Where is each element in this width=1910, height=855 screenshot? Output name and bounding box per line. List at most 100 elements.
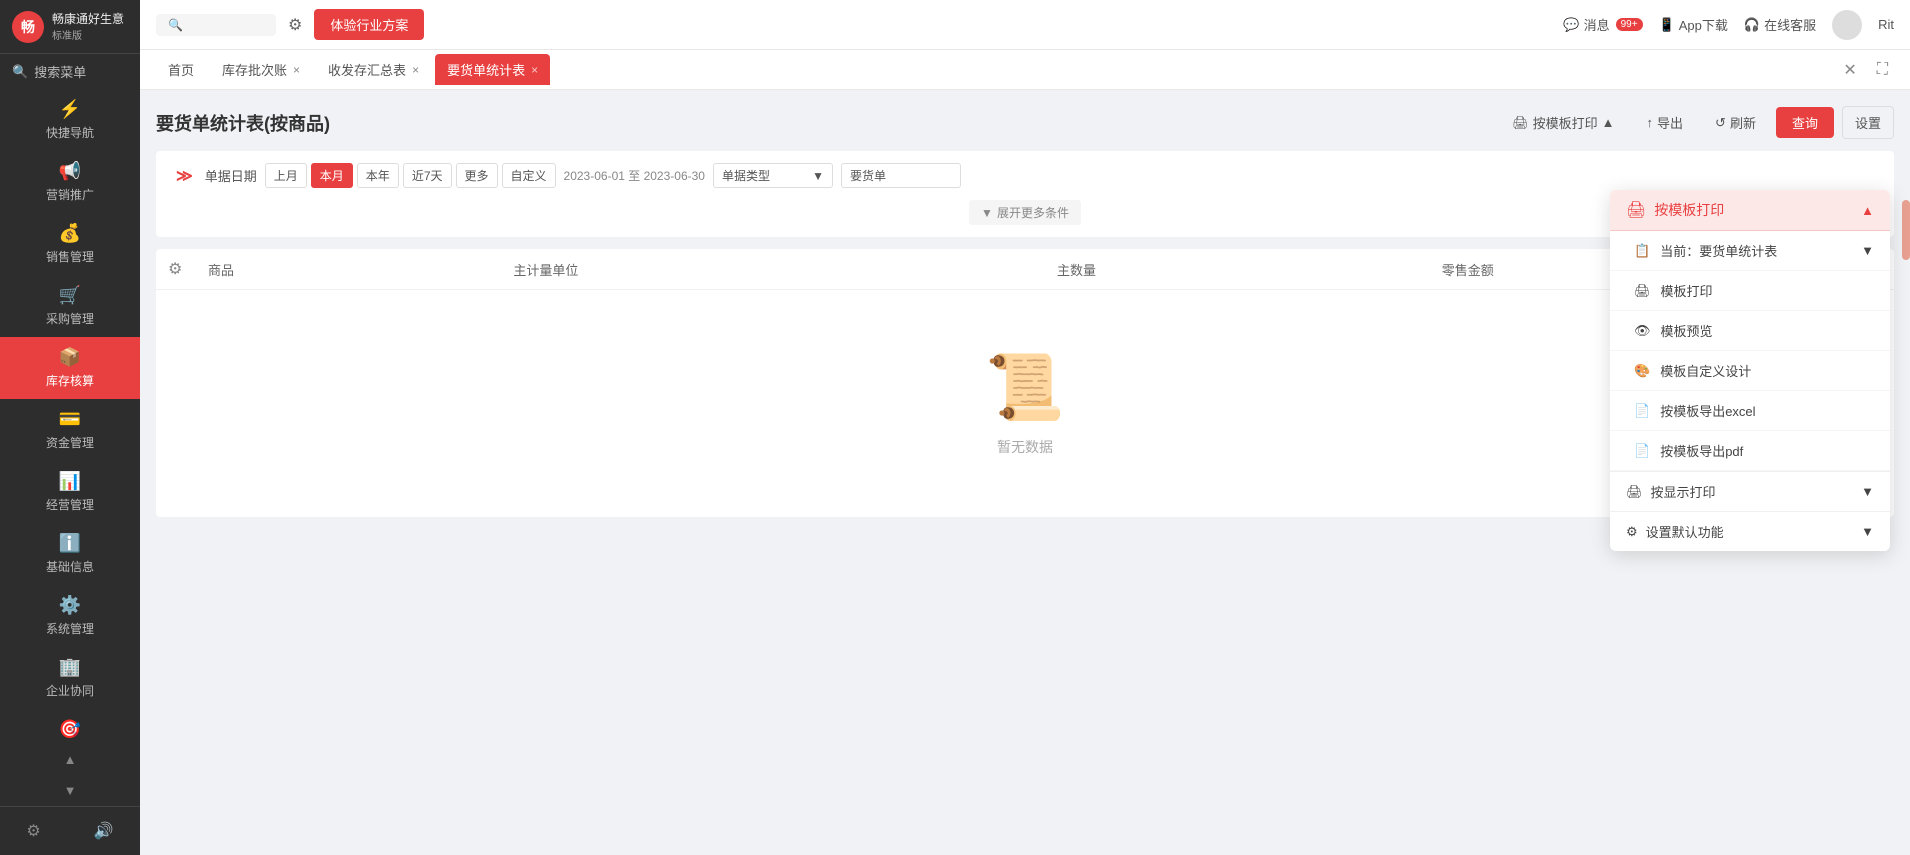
settings-btn[interactable]: 设置 <box>1842 106 1894 139</box>
sidebar-item-purchase[interactable]: 🛒 采购管理 <box>0 275 140 337</box>
dropdown-template-custom[interactable]: 🎨 模板自定义设计 <box>1610 351 1890 391</box>
sidebar-nav: ⚡ 快捷导航 📢 营销推广 💰 销售管理 🛒 采购管理 📦 库存核算 💳 资金管… <box>0 89 140 744</box>
sidebar-item-enterprise[interactable]: 🏢 企业协同 <box>0 647 140 709</box>
sidebar-item-sales[interactable]: 💰 销售管理 <box>0 213 140 275</box>
tab-receipt-summary-close[interactable]: × <box>412 63 419 77</box>
expand-icon: ▼ <box>981 206 993 220</box>
goods-filter[interactable]: 要货单 <box>841 163 961 188</box>
page-header: 要货单统计表(按商品) 🖨 按模板打印 ▲ ↑ 导出 ↺ 刷新 查询 设置 <box>156 106 1894 139</box>
filter-prev-month[interactable]: 上月 <box>265 163 307 188</box>
th-goods: 商品 <box>196 249 501 290</box>
topbar-gear-btn[interactable]: ⚙ <box>288 15 302 35</box>
set-default-icon: ⚙ <box>1626 524 1638 540</box>
th-settings: ⚙ <box>156 249 196 290</box>
user-avatar[interactable] <box>1832 10 1862 40</box>
refresh-btn[interactable]: ↺ 刷新 <box>1703 107 1768 138</box>
template-custom-icon: 🎨 <box>1634 363 1650 379</box>
sidebar-item-label-enterprise: 企业协同 <box>46 682 94 699</box>
tab-order-stats[interactable]: 要货单统计表 × <box>435 54 550 85</box>
topbar-search-box[interactable]: 🔍 <box>156 14 276 36</box>
operations-icon: 📊 <box>59 471 81 492</box>
query-btn[interactable]: 查询 <box>1776 107 1834 138</box>
sidebar-item-newbie[interactable]: 🎯 新手引导 <box>0 709 140 744</box>
refresh-btn-label: 刷新 <box>1730 113 1756 132</box>
marketing-icon: 📢 <box>59 161 81 182</box>
main-content: 🔍 ⚙ 体验行业方案 💬 消息 99+ 📱 App下载 🎧 在线客服 Rit <box>140 0 1910 855</box>
app-logo: 畅 畅康通好生意 标准版 <box>0 0 140 54</box>
page-content: 要货单统计表(按商品) 🖨 按模板打印 ▲ ↑ 导出 ↺ 刷新 查询 设置 <box>140 90 1910 855</box>
sidebar-item-label-purchase: 采购管理 <box>46 310 94 327</box>
tab-close-all-btn[interactable]: ✕ <box>1837 58 1862 82</box>
dropdown-template-preview[interactable]: 👁 模板预览 <box>1610 311 1890 351</box>
export-btn[interactable]: ↑ 导出 <box>1635 107 1696 138</box>
tab-receipt-summary[interactable]: 收发存汇总表 × <box>316 54 431 85</box>
filter-last7days[interactable]: 近7天 <box>403 163 452 188</box>
sidebar-item-label-finance: 资金管理 <box>46 434 94 451</box>
dropdown-display-print[interactable]: 🖨 按显示打印 ▼ <box>1610 471 1890 511</box>
doc-type-filter[interactable]: 单据类型 ▼ <box>713 163 833 188</box>
sidebar-sound-btn[interactable]: 🔊 <box>86 817 122 845</box>
filter-more[interactable]: 更多 <box>456 163 498 188</box>
export-excel-label: 按模板导出excel <box>1660 401 1755 420</box>
print-btn-label: 按模板打印 <box>1533 113 1598 132</box>
sidebar-scroll-down[interactable]: ▼ <box>0 775 140 806</box>
online-service-btn[interactable]: 🎧 在线客服 <box>1744 15 1816 34</box>
set-default-label: 设置默认功能 <box>1646 522 1724 541</box>
tab-order-stats-close[interactable]: × <box>531 63 538 77</box>
sidebar-item-system[interactable]: ⚙️ 系统管理 <box>0 585 140 647</box>
print-btn[interactable]: 🖨 按模板打印 ▲ <box>1500 107 1626 138</box>
sidebar-scroll-up[interactable]: ▲ <box>0 744 140 775</box>
export-btn-label: 导出 <box>1657 113 1683 132</box>
sidebar-settings-btn[interactable]: ⚙ <box>18 817 48 845</box>
system-icon: ⚙️ <box>59 595 81 616</box>
tab-inventory-batch-close[interactable]: × <box>293 63 300 77</box>
sidebar-item-label-inventory: 库存核算 <box>46 372 94 389</box>
messages-btn[interactable]: 💬 消息 99+ <box>1563 15 1642 34</box>
dropdown-header-left: 🖨 按模板打印 <box>1626 200 1724 220</box>
sidebar-item-quick-nav[interactable]: ⚡ 快捷导航 <box>0 89 140 151</box>
sidebar-item-label-marketing: 营销推广 <box>46 186 94 203</box>
filter-this-year[interactable]: 本年 <box>357 163 399 188</box>
filter-toggle-btn[interactable]: ≫ <box>172 164 197 188</box>
sidebar-item-basic-info[interactable]: ℹ️ 基础信息 <box>0 523 140 585</box>
filter-current-month[interactable]: 本月 <box>311 163 353 188</box>
page-title: 要货单统计表(按商品) <box>156 110 330 136</box>
empty-icon: 📜 <box>985 350 1065 425</box>
newbie-icon: 🎯 <box>59 719 81 740</box>
messages-label: 消息 <box>1584 15 1610 34</box>
app-tag: 标准版 <box>52 27 124 42</box>
tab-home[interactable]: 首页 <box>156 54 206 85</box>
th-quantity: 主数量 <box>1045 249 1430 290</box>
dropdown-set-default[interactable]: ⚙ 设置默认功能 ▼ <box>1610 511 1890 551</box>
sidebar-item-operations[interactable]: 📊 经营管理 <box>0 461 140 523</box>
sidebar-item-inventory[interactable]: 📦 库存核算 <box>0 337 140 399</box>
online-service-label: 在线客服 <box>1764 15 1816 34</box>
tab-maximize-btn[interactable]: ⛶ <box>1871 58 1894 82</box>
sidebar-item-label-system: 系统管理 <box>46 620 94 637</box>
dropdown-template-print[interactable]: 🖨 模板打印 <box>1610 271 1890 311</box>
current-template-arrow: ▼ <box>1861 243 1874 258</box>
filter-custom[interactable]: 自定义 <box>502 163 556 188</box>
export-pdf-label: 按模板导出pdf <box>1660 441 1743 460</box>
dropdown-current-item[interactable]: 📋 当前：要货单统计表 ▼ <box>1610 231 1890 271</box>
date-range-display: 2023-06-01 至 2023-06-30 <box>564 167 705 184</box>
purchase-icon: 🛒 <box>59 285 81 306</box>
tab-inventory-batch[interactable]: 库存批次账 × <box>210 54 312 85</box>
scrollbar-edge[interactable] <box>1902 200 1910 260</box>
display-print-arrow: ▼ <box>1861 484 1874 499</box>
dropdown-export-pdf[interactable]: 📄 按模板导出pdf <box>1610 431 1890 471</box>
messages-badge: 99+ <box>1616 18 1643 31</box>
trial-btn[interactable]: 体验行业方案 <box>314 9 424 40</box>
dropdown-collapse-btn[interactable]: ▲ <box>1861 203 1874 218</box>
dropdown-export-excel[interactable]: 📄 按模板导出excel <box>1610 391 1890 431</box>
sidebar-item-finance[interactable]: 💳 资金管理 <box>0 399 140 461</box>
app-download-btn[interactable]: 📱 App下载 <box>1659 15 1728 34</box>
search-icon: 🔍 <box>12 64 28 80</box>
sidebar-search[interactable]: 🔍 搜索菜单 <box>0 54 140 89</box>
expand-more-conditions-btn[interactable]: ▼ 展开更多条件 <box>969 200 1081 225</box>
template-preview-icon: 👁 <box>1634 323 1651 339</box>
table-column-settings-btn[interactable]: ⚙ <box>168 261 182 278</box>
sidebar-item-marketing[interactable]: 📢 营销推广 <box>0 151 140 213</box>
sidebar-item-label-operations: 经营管理 <box>46 496 94 513</box>
tab-inventory-batch-label: 库存批次账 <box>222 60 287 79</box>
